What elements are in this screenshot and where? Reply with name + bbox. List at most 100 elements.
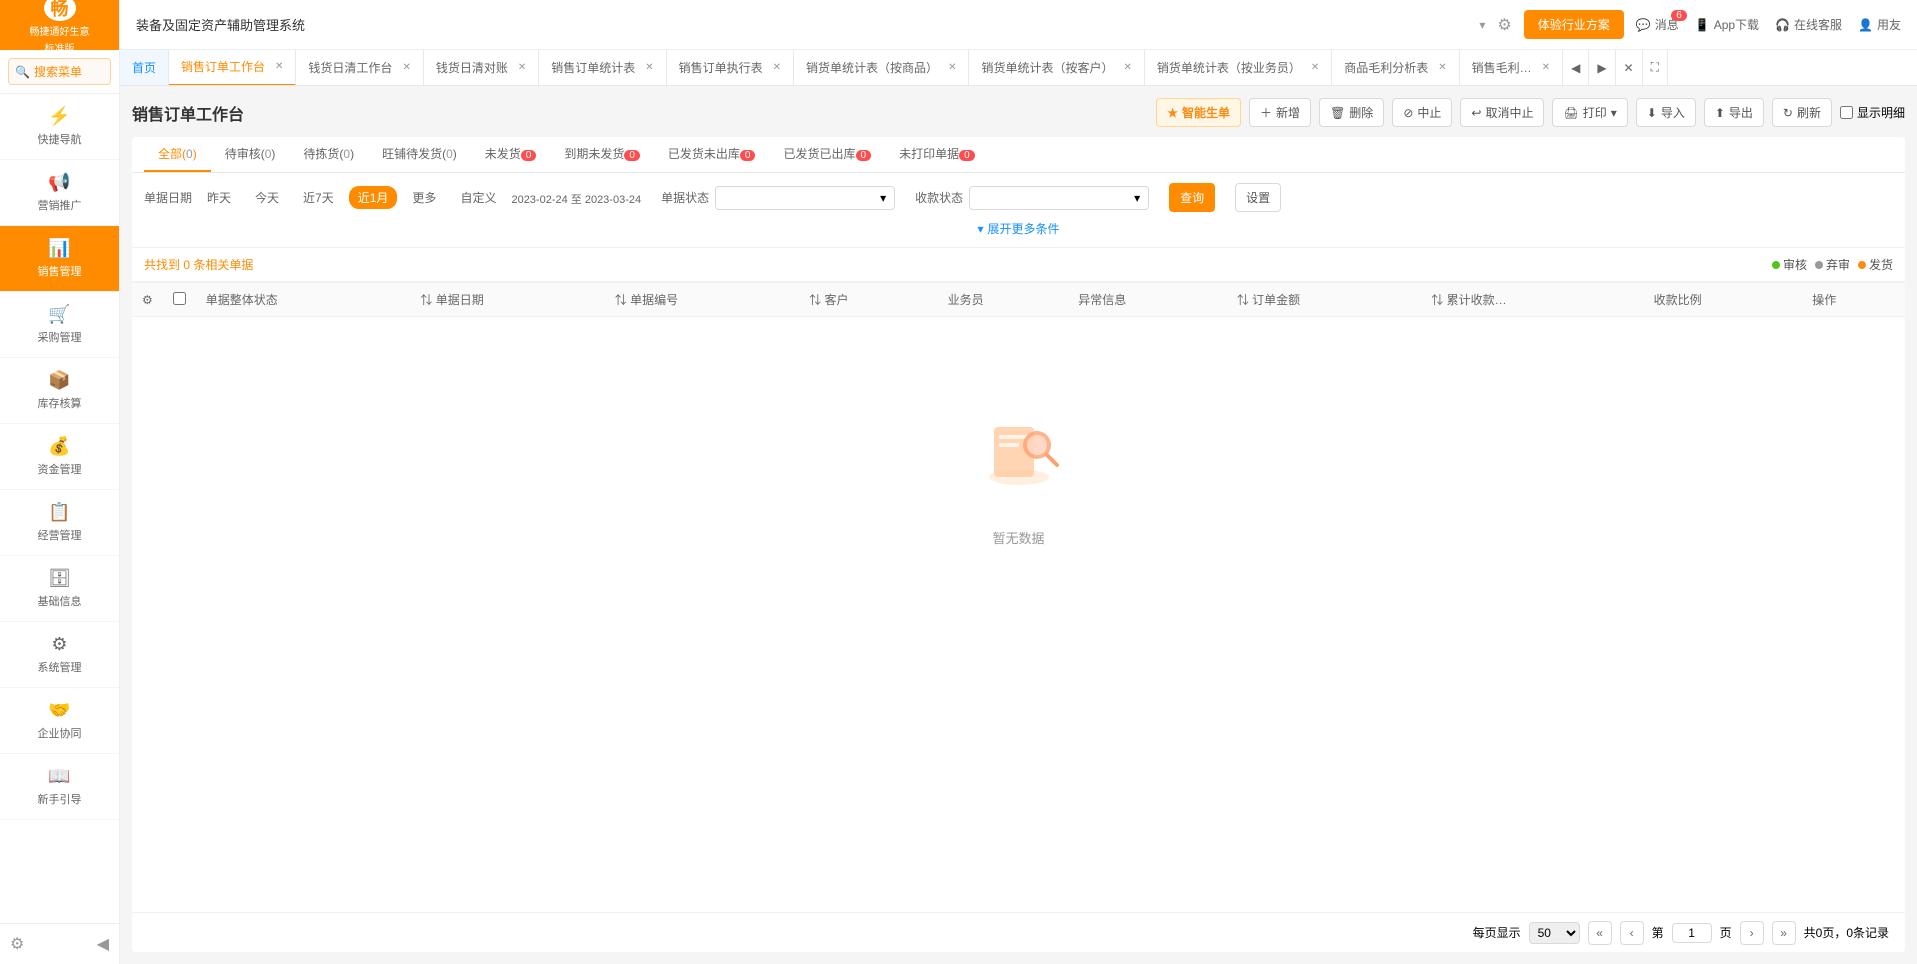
query-btn[interactable]: 查询 — [1169, 183, 1215, 212]
select-all-checkbox[interactable] — [173, 292, 186, 305]
cancel-review-action[interactable]: 弃审 — [1815, 256, 1850, 273]
settings-filter-btn[interactable]: 设置 — [1235, 183, 1281, 212]
first-page-btn[interactable]: « — [1588, 921, 1612, 945]
sub-tab-pending-review[interactable]: 待审核(0) — [211, 137, 290, 172]
tab-sales-profit[interactable]: 销售毛利…✕ — [1460, 50, 1563, 86]
user-item[interactable]: 👤 用友 — [1858, 16, 1901, 33]
sub-tab-all[interactable]: 全部(0) — [144, 137, 211, 172]
delete-btn[interactable]: 🗑 删除 — [1319, 98, 1384, 127]
date-btn-近1月[interactable]: 近1月 — [349, 186, 398, 209]
col-number[interactable]: ⇅ 单据编号 — [605, 283, 799, 317]
col-amount[interactable]: ⇅ 订单金额 — [1227, 283, 1421, 317]
export-btn[interactable]: ⬆ 导出 — [1704, 98, 1764, 127]
refresh-btn[interactable]: ↻ 刷新 — [1772, 98, 1832, 127]
add-btn[interactable]: ＋ 新增 — [1249, 98, 1311, 127]
tab-close-sales-customer-stat[interactable]: ✕ — [1123, 62, 1131, 73]
sub-tab-shipped-not-stored[interactable]: 已发货未出库0 — [654, 137, 770, 172]
tab-label-sales-staff-stat: 销货单统计表（按业务员） — [1157, 59, 1301, 76]
expand-more-btn[interactable]: ▾ 展开更多条件 — [977, 220, 1059, 237]
tab-close-sales-staff-stat[interactable]: ✕ — [1311, 62, 1319, 73]
table-meta-right: 审核 弃审 发货 — [1772, 256, 1893, 273]
tab-maximize-btn[interactable]: ⛶ — [1643, 50, 1668, 86]
col-settings[interactable]: ⚙ — [132, 283, 163, 317]
app-download-item[interactable]: 📱 App下载 — [1695, 16, 1759, 33]
message-item[interactable]: 💬 消息 6 — [1636, 16, 1679, 33]
show-detail-checkbox[interactable] — [1840, 106, 1853, 119]
sidebar-item-marketing[interactable]: 📢营销推广 — [0, 160, 119, 226]
experience-btn[interactable]: 体验行业方案 — [1524, 10, 1624, 39]
cancel-stop-btn[interactable]: ↩ 取消中止 — [1460, 98, 1544, 127]
topbar-gear-icon[interactable]: ⚙ — [1497, 15, 1511, 35]
show-detail-label[interactable]: 显示明细 — [1840, 104, 1905, 121]
page-size-select[interactable]: 50 100 200 — [1529, 922, 1580, 944]
sidebar-item-quick-nav[interactable]: ⚡快捷导航 — [0, 94, 119, 160]
tab-sales-goods-stat[interactable]: 销货单统计表（按商品）✕ — [794, 50, 969, 86]
tab-right-btn[interactable]: ▶ — [1589, 50, 1615, 86]
tab-close-sales-profit[interactable]: ✕ — [1542, 62, 1550, 73]
tab-sales-workbench[interactable]: 销售订单工作台✕ — [169, 50, 296, 86]
date-btn-更多[interactable]: 更多 — [403, 186, 445, 209]
tab-sales-customer-stat[interactable]: 销货单统计表（按客户）✕ — [969, 50, 1144, 86]
smart-order-btn[interactable]: ★ 智能生单 — [1156, 98, 1241, 127]
sidebar-item-system[interactable]: ⚙系统管理 — [0, 622, 119, 688]
next-page-btn[interactable]: › — [1740, 921, 1764, 945]
date-filter-label: 单据日期 — [144, 189, 192, 206]
settings-icon[interactable]: ⚙ — [10, 934, 24, 954]
search-menu-button[interactable]: 🔍 搜索菜单 — [8, 58, 111, 85]
sidebar-item-inventory[interactable]: 📦库存核算 — [0, 358, 119, 424]
sub-tab-not-shipped[interactable]: 未发货0 — [471, 137, 551, 172]
stop-btn[interactable]: ⊘ 中止 — [1392, 98, 1452, 127]
tab-sales-stat[interactable]: 销售订单统计表✕ — [539, 50, 666, 86]
tab-sales-staff-stat[interactable]: 销货单统计表（按业务员） ✕ — [1145, 50, 1332, 86]
status-select[interactable]: ▾ — [715, 186, 895, 210]
col-collected[interactable]: ⇅ 累计收款… — [1421, 283, 1643, 317]
date-btn-近7天[interactable]: 近7天 — [294, 186, 343, 209]
tab-sales-exec[interactable]: 销售订单执行表✕ — [667, 50, 794, 86]
tab-close-cash-reconcile[interactable]: ✕ — [518, 62, 526, 73]
tab-close-sales-workbench[interactable]: ✕ — [275, 61, 283, 72]
date-btn-自定义[interactable]: 自定义 — [451, 186, 505, 209]
sidebar-label-purchase: 采购管理 — [38, 329, 82, 345]
collapse-icon[interactable]: ◀ — [97, 934, 109, 954]
sidebar-item-enterprise[interactable]: 🤝企业协同 — [0, 688, 119, 754]
col-checkbox[interactable] — [163, 283, 196, 317]
tab-close-cash-daily[interactable]: ✕ — [402, 62, 410, 73]
sub-tab-expired-not-shipped[interactable]: 到期未发货0 — [550, 137, 654, 172]
status-filter: 单据状态 ▾ — [661, 186, 895, 210]
review-action[interactable]: 审核 — [1772, 256, 1807, 273]
sidebar-item-finance[interactable]: 💰资金管理 — [0, 424, 119, 490]
sub-tab-not-printed[interactable]: 未打印单据0 — [885, 137, 989, 172]
tab-close-gross-margin[interactable]: ✕ — [1438, 62, 1446, 73]
review-label: 审核 — [1783, 256, 1807, 273]
tab-cash-daily[interactable]: 钱货日清工作台✕ — [296, 50, 423, 86]
sidebar-item-basic-info[interactable]: 🗄基础信息 — [0, 556, 119, 622]
tab-close-sales-stat[interactable]: ✕ — [645, 62, 653, 73]
tab-close-sales-exec[interactable]: ✕ — [773, 62, 781, 73]
tab-close-sales-goods-stat[interactable]: ✕ — [948, 62, 956, 73]
page-input[interactable] — [1672, 923, 1712, 943]
sidebar-item-newbie[interactable]: 📖新手引导 — [0, 754, 119, 820]
sidebar-item-purchase[interactable]: 🛒采购管理 — [0, 292, 119, 358]
ship-action[interactable]: 发货 — [1858, 256, 1893, 273]
prev-page-btn[interactable]: ‹ — [1620, 921, 1644, 945]
payment-select[interactable]: ▾ — [969, 186, 1149, 210]
tab-close-all-btn[interactable]: ✕ — [1616, 50, 1643, 86]
date-btn-昨天[interactable]: 昨天 — [198, 186, 240, 209]
tab-gross-margin[interactable]: 商品毛利分析表✕ — [1332, 50, 1459, 86]
date-btn-今天[interactable]: 今天 — [246, 186, 288, 209]
tab-cash-reconcile[interactable]: 钱货日清对账✕ — [424, 50, 539, 86]
tab-home[interactable]: 首页 — [120, 50, 169, 86]
sub-tab-wangpu-ship[interactable]: 旺铺待发货(0) — [368, 137, 471, 172]
col-date[interactable]: ⇅ 单据日期 — [410, 283, 604, 317]
sidebar-item-sales[interactable]: 📊销售管理 — [0, 226, 119, 292]
online-service-item[interactable]: 🎧 在线客服 — [1775, 16, 1842, 33]
sidebar-item-operations[interactable]: 📋经营管理 — [0, 490, 119, 556]
sub-tab-pending-inspect[interactable]: 待拣货(0) — [289, 137, 368, 172]
sub-tab-shipped-stored[interactable]: 已发货已出库0 — [769, 137, 885, 172]
print-btn[interactable]: 🖨 打印 ▾ — [1552, 98, 1627, 127]
col-customer[interactable]: ⇅ 客户 — [799, 283, 937, 317]
last-page-btn[interactable]: » — [1772, 921, 1796, 945]
tab-left-btn[interactable]: ◀ — [1563, 50, 1589, 86]
system-dropdown-icon[interactable]: ▾ — [1479, 18, 1485, 32]
import-btn[interactable]: ⬇ 导入 — [1636, 98, 1696, 127]
